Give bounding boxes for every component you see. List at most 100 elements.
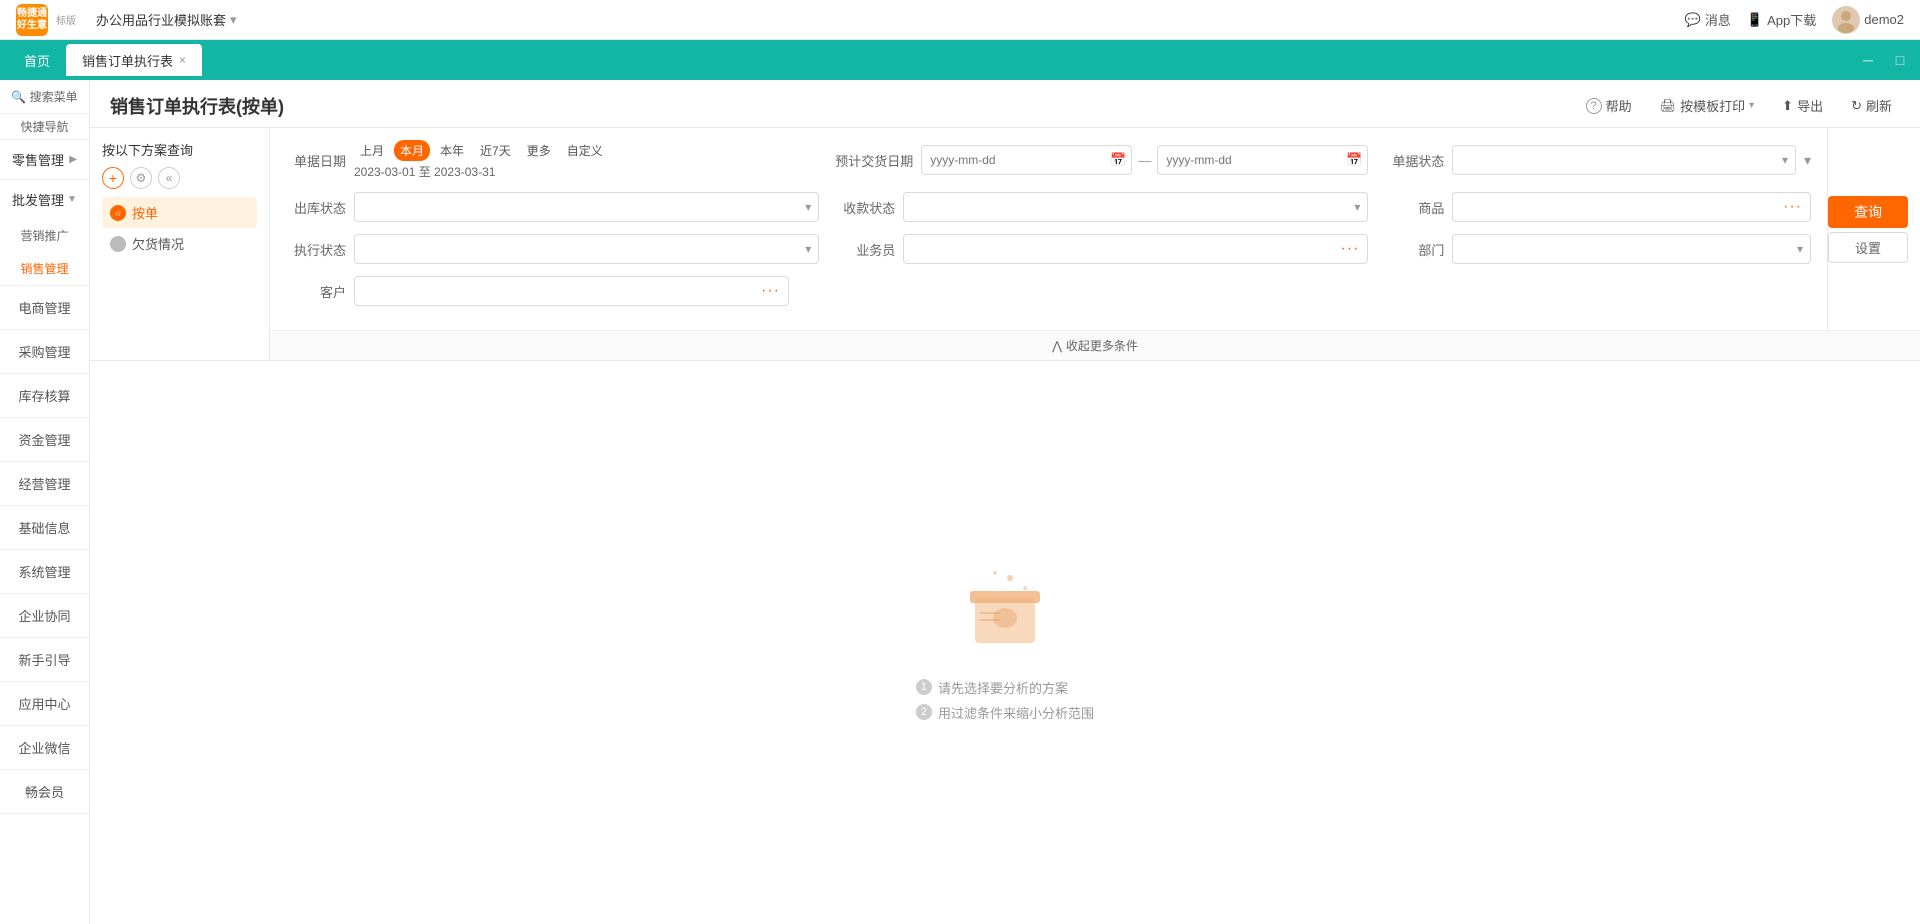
empty-tip-2: 2 用过滤条件来缩小分析范围 bbox=[916, 703, 1094, 722]
sidebar-item-system[interactable]: 系统管理 bbox=[0, 550, 89, 594]
tab-more[interactable]: 更多 bbox=[521, 140, 557, 161]
window-max-btn[interactable]: □ bbox=[1888, 48, 1912, 72]
shipment-status-select[interactable] bbox=[354, 192, 819, 222]
sidebar-item-finance[interactable]: 资金管理 bbox=[0, 418, 89, 462]
sidebar-item-wholesale[interactable]: 批发管理 ▼ bbox=[0, 180, 89, 219]
main-layout: 🔍 搜索菜单 快捷导航 零售管理 ▶ 批发管理 ▼ 营销推广 销售管理 电 bbox=[0, 80, 1920, 924]
tab-bar: 首页 销售订单执行表 × ─ □ bbox=[0, 40, 1920, 80]
exec-status-select-wrap bbox=[354, 234, 819, 264]
tab-close-icon[interactable]: × bbox=[179, 53, 186, 67]
setup-btn[interactable]: 设置 bbox=[1828, 232, 1908, 263]
exec-status-select[interactable] bbox=[354, 234, 819, 264]
filter-field-goods: 商品 ··· bbox=[1384, 192, 1811, 222]
sidebar-newbie-label: 新手引导 bbox=[18, 653, 70, 668]
goods-dots-icon: ··· bbox=[1783, 198, 1802, 216]
export-btn[interactable]: ⬆ 导出 bbox=[1774, 92, 1831, 119]
expected-date-start-wrap bbox=[921, 145, 1132, 175]
payment-status-label: 收款状态 bbox=[835, 198, 895, 217]
expected-date-end[interactable] bbox=[1157, 145, 1368, 175]
filter-option-by-debt[interactable]: 欠货情况 bbox=[102, 228, 257, 259]
department-select[interactable] bbox=[1452, 234, 1811, 264]
sidebar-quick-nav-label: 快捷导航 bbox=[20, 120, 68, 134]
user-area[interactable]: demo2 bbox=[1832, 6, 1904, 34]
content-area: 销售订单执行表(按单) ? 帮助 🖨 按模板打印 ▾ ⬆ 导出 ↻ 刷新 bbox=[90, 80, 1920, 924]
customer-label: 客户 bbox=[286, 282, 346, 301]
sidebar-sales-label: 销售管理 bbox=[20, 262, 68, 276]
shipment-status-select-wrap bbox=[354, 192, 819, 222]
tab-home-label: 首页 bbox=[24, 51, 50, 70]
sidebar-item-operations[interactable]: 经营管理 bbox=[0, 462, 89, 506]
collapse-more-btn[interactable]: ⋀ 收起更多条件 bbox=[270, 330, 1920, 360]
sidebar-item-marketing[interactable]: 营销推广 bbox=[0, 219, 89, 252]
collapse-filter-sidebar-btn[interactable]: « bbox=[158, 167, 180, 189]
sidebar-item-sales[interactable]: 销售管理 bbox=[0, 252, 89, 285]
salesperson-dots-icon: ··· bbox=[1340, 240, 1359, 258]
filter-row-3: 执行状态 业务员 · bbox=[286, 234, 1811, 264]
sidebar-item-member[interactable]: 畅会员 bbox=[0, 770, 89, 814]
edit-filter-btn[interactable]: ⚙ bbox=[130, 167, 152, 189]
filter-row-2: 出库状态 收款状态 bbox=[286, 192, 1811, 222]
sidebar-item-ecommerce[interactable]: 电商管理 bbox=[0, 286, 89, 330]
expected-date-end-wrap bbox=[1157, 145, 1368, 175]
shipment-status-label: 出库状态 bbox=[286, 198, 346, 217]
sidebar-item-purchase[interactable]: 采购管理 bbox=[0, 330, 89, 374]
page-title: 销售订单执行表(按单) bbox=[110, 93, 284, 119]
sidebar-item-retail[interactable]: 零售管理 ▶ bbox=[0, 140, 89, 179]
payment-status-select[interactable] bbox=[903, 192, 1368, 222]
filter-option-by-order[interactable]: ☆ 按单 bbox=[102, 197, 257, 228]
sidebar-item-newbie[interactable]: 新手引导 bbox=[0, 638, 89, 682]
print-label: 按模板打印 bbox=[1680, 96, 1745, 115]
sidebar-quick-nav[interactable]: 快捷导航 bbox=[0, 114, 89, 140]
add-filter-btn[interactable]: + bbox=[102, 167, 124, 189]
breadcrumb[interactable]: 办公用品行业模拟账套 ▾ bbox=[96, 10, 237, 29]
tab-current-month[interactable]: 本月 bbox=[394, 140, 430, 161]
tab-bar-controls: ─ □ bbox=[1856, 48, 1912, 72]
tab-last-month[interactable]: 上月 bbox=[354, 140, 390, 161]
expected-date-start[interactable] bbox=[921, 145, 1132, 175]
app-icon: 📱 bbox=[1747, 12, 1763, 28]
help-btn[interactable]: ? 帮助 bbox=[1578, 92, 1640, 119]
department-select-wrap bbox=[1452, 234, 1811, 264]
date-tabs: 上月 本月 本年 近7天 更多 自定义 bbox=[354, 140, 819, 161]
filter-sidebar: 按以下方案查询 + ⚙ « ☆ 按单 欠货情况 bbox=[90, 128, 270, 360]
sidebar-system-label: 系统管理 bbox=[18, 565, 70, 580]
app-download-btn[interactable]: 📱 App下载 bbox=[1747, 10, 1816, 29]
tab-current-year[interactable]: 本年 bbox=[434, 140, 470, 161]
print-btn[interactable]: 🖨 按模板打印 ▾ bbox=[1652, 92, 1763, 119]
query-btn[interactable]: 查询 bbox=[1828, 196, 1908, 228]
filter-field-salesperson: 业务员 ··· bbox=[835, 234, 1368, 264]
empty-illustration bbox=[955, 558, 1055, 658]
export-label: 导出 bbox=[1797, 96, 1823, 115]
filter-option-by-order-label: 按单 bbox=[132, 203, 158, 222]
doc-status-expand-icon[interactable]: ▾ bbox=[1804, 152, 1811, 169]
sidebar-purchase-label: 采购管理 bbox=[18, 345, 70, 360]
chevron-down-icon: ▼ bbox=[67, 194, 77, 205]
filter-field-customer: 客户 ··· bbox=[286, 276, 789, 306]
refresh-btn[interactable]: ↻ 刷新 bbox=[1843, 92, 1900, 119]
salesperson-input[interactable]: ··· bbox=[903, 234, 1368, 264]
tab-last-7[interactable]: 近7天 bbox=[474, 140, 517, 161]
customer-input[interactable]: ··· bbox=[354, 276, 789, 306]
sidebar-search[interactable]: 🔍 搜索菜单 bbox=[0, 80, 89, 114]
message-label: 消息 bbox=[1705, 10, 1731, 29]
tab-home[interactable]: 首页 bbox=[8, 44, 66, 76]
app-download-label: App下载 bbox=[1767, 10, 1816, 29]
sidebar-inventory-label: 库存核算 bbox=[18, 389, 70, 404]
help-icon: ? bbox=[1586, 98, 1602, 114]
doc-status-select[interactable] bbox=[1452, 145, 1796, 175]
message-btn[interactable]: 💬 消息 bbox=[1685, 10, 1731, 29]
tab-custom[interactable]: 自定义 bbox=[561, 140, 609, 161]
doc-status-select-wrap bbox=[1452, 145, 1796, 175]
sidebar-item-apps[interactable]: 应用中心 bbox=[0, 682, 89, 726]
window-min-btn[interactable]: ─ bbox=[1856, 48, 1880, 72]
sidebar-item-inventory[interactable]: 库存核算 bbox=[0, 374, 89, 418]
goods-input[interactable]: ··· bbox=[1452, 192, 1811, 222]
filter-fields-and-btn: 单据日期 上月 本月 本年 近7天 更多 自定义 bbox=[270, 128, 1920, 330]
empty-state: 1 请先选择要分析的方案 2 用过滤条件来缩小分析范围 bbox=[90, 361, 1920, 924]
print-icon: 🖨 bbox=[1660, 98, 1677, 114]
sidebar-item-wechat[interactable]: 企业微信 bbox=[0, 726, 89, 770]
tab-sales-order[interactable]: 销售订单执行表 × bbox=[66, 44, 202, 76]
sidebar-item-enterprise[interactable]: 企业协同 bbox=[0, 594, 89, 638]
page-actions: ? 帮助 🖨 按模板打印 ▾ ⬆ 导出 ↻ 刷新 bbox=[1578, 92, 1900, 119]
sidebar-item-basic[interactable]: 基础信息 bbox=[0, 506, 89, 550]
